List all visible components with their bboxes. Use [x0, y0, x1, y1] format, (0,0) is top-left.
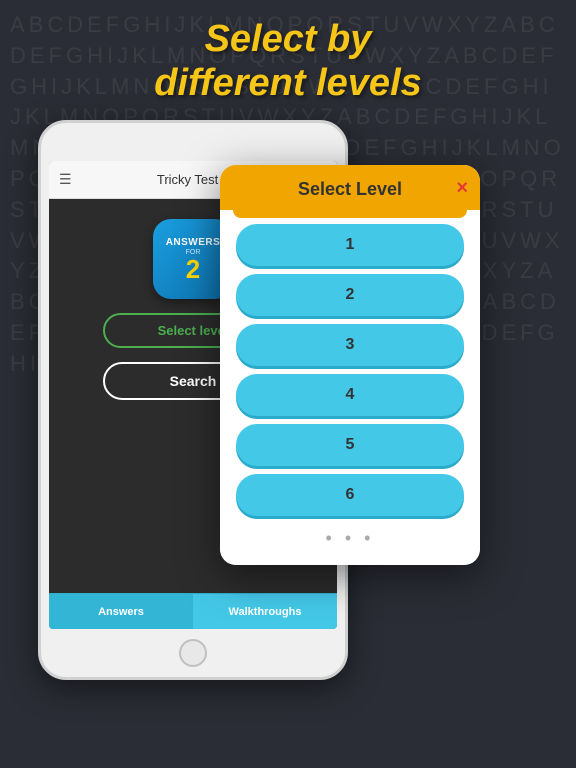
tab-walkthroughs[interactable]: Walkthroughs	[193, 594, 337, 629]
modal-title: Select Level	[298, 179, 402, 200]
app-title: Tricky Test 2	[157, 172, 229, 187]
modal-close-button[interactable]: ×	[456, 178, 468, 198]
level-button-3[interactable]: 3	[236, 324, 464, 366]
headline-line2: different levels	[0, 62, 576, 106]
bottom-tabs: Answers Walkthroughs	[49, 593, 337, 629]
modal-body: 1 2 3 4 5 6 • • •	[220, 210, 480, 565]
level-button-6[interactable]: 6	[236, 474, 464, 516]
app-icon-number: 2	[186, 256, 200, 282]
tab-answers[interactable]: Answers	[49, 594, 193, 629]
select-level-modal: Select Level × 1 2 3 4 5 6 • • •	[220, 165, 480, 565]
level-button-2[interactable]: 2	[236, 274, 464, 316]
level-button-4[interactable]: 4	[236, 374, 464, 416]
level-button-5[interactable]: 5	[236, 424, 464, 466]
level-button-1[interactable]: 1	[236, 224, 464, 266]
more-dots: • • •	[236, 524, 464, 555]
hamburger-icon[interactable]: ☰	[59, 171, 72, 188]
ipad-home-button[interactable]	[179, 639, 207, 667]
headline-line1: Select by	[0, 18, 576, 62]
app-icon-answers: ANSWERS	[166, 237, 221, 248]
modal-header: Select Level ×	[220, 165, 480, 210]
headline: Select by different levels	[0, 18, 576, 105]
